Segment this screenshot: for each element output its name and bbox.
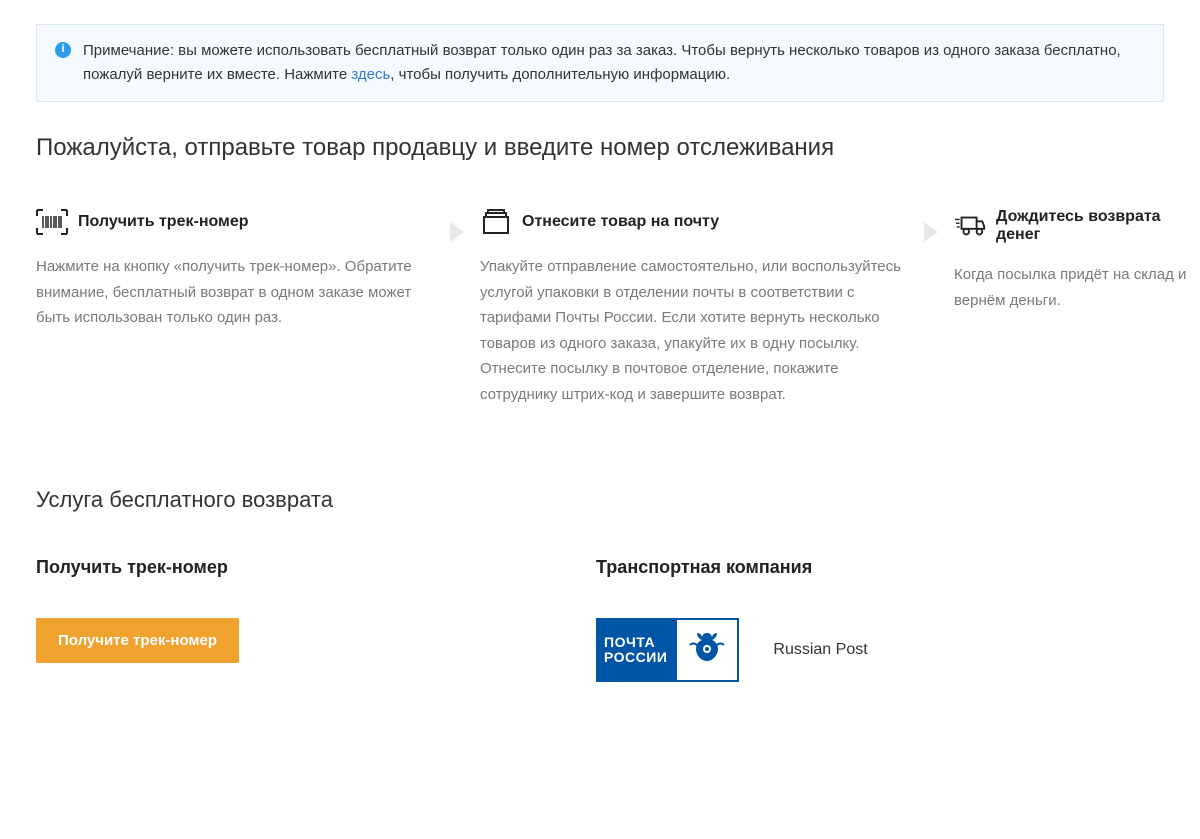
info-icon: i	[55, 42, 71, 58]
step-2: Отнесите товар на почту Упакуйте отправл…	[480, 208, 910, 407]
carrier: ПОЧТА РОССИИ R	[596, 618, 1164, 682]
left-sub-title: Получить трек-номер	[36, 557, 576, 578]
logo-line1: ПОЧТА	[604, 635, 667, 650]
arrow-icon	[444, 218, 472, 246]
section-title: Услуга бесплатного возврата	[36, 487, 1164, 513]
box-icon	[480, 208, 512, 236]
barcode-icon	[36, 208, 68, 236]
step-1: Получить трек-номер Нажмите на кнопку «п…	[36, 208, 436, 331]
logo-text: ПОЧТА РОССИИ	[596, 618, 675, 682]
right-sub-title: Транспортная компания	[596, 557, 1164, 578]
notice-link[interactable]: здесь	[351, 66, 390, 83]
carrier-name: Russian Post	[773, 641, 867, 659]
step-3-title: Дождитесь возврата денег	[996, 208, 1200, 244]
truck-icon	[954, 212, 986, 240]
carrier-logo: ПОЧТА РОССИИ	[596, 618, 739, 682]
step-1-title: Получить трек-номер	[78, 213, 249, 231]
arrow-icon	[918, 218, 946, 246]
eagle-icon	[675, 618, 739, 682]
notice-banner: i Примечание: вы можете использовать бес…	[36, 24, 1164, 102]
return-left: Получить трек-номер Получите трек-номер	[36, 557, 576, 682]
step-2-desc: Упакуйте отправление самостоятельно, или…	[480, 254, 910, 407]
page-heading: Пожалуйста, отправьте товар продавцу и в…	[36, 134, 1164, 162]
step-3-desc: Когда посылка придёт на склад и вернём д…	[954, 262, 1200, 313]
get-track-number-button[interactable]: Получите трек-номер	[36, 618, 239, 663]
notice-text-after: , чтобы получить дополнительную информац…	[390, 66, 730, 83]
step-2-title: Отнесите товар на почту	[522, 213, 719, 231]
step-1-desc: Нажмите на кнопку «получить трек-номер».…	[36, 254, 436, 331]
logo-line2: РОССИИ	[604, 650, 667, 665]
return-row: Получить трек-номер Получите трек-номер …	[36, 557, 1164, 682]
steps-row: Получить трек-номер Нажмите на кнопку «п…	[36, 208, 1164, 407]
notice-text: Примечание: вы можете использовать беспл…	[83, 39, 1145, 87]
return-right: Транспортная компания ПОЧТА РОССИИ	[596, 557, 1164, 682]
step-3: Дождитесь возврата денег Когда посылка п…	[954, 208, 1200, 313]
